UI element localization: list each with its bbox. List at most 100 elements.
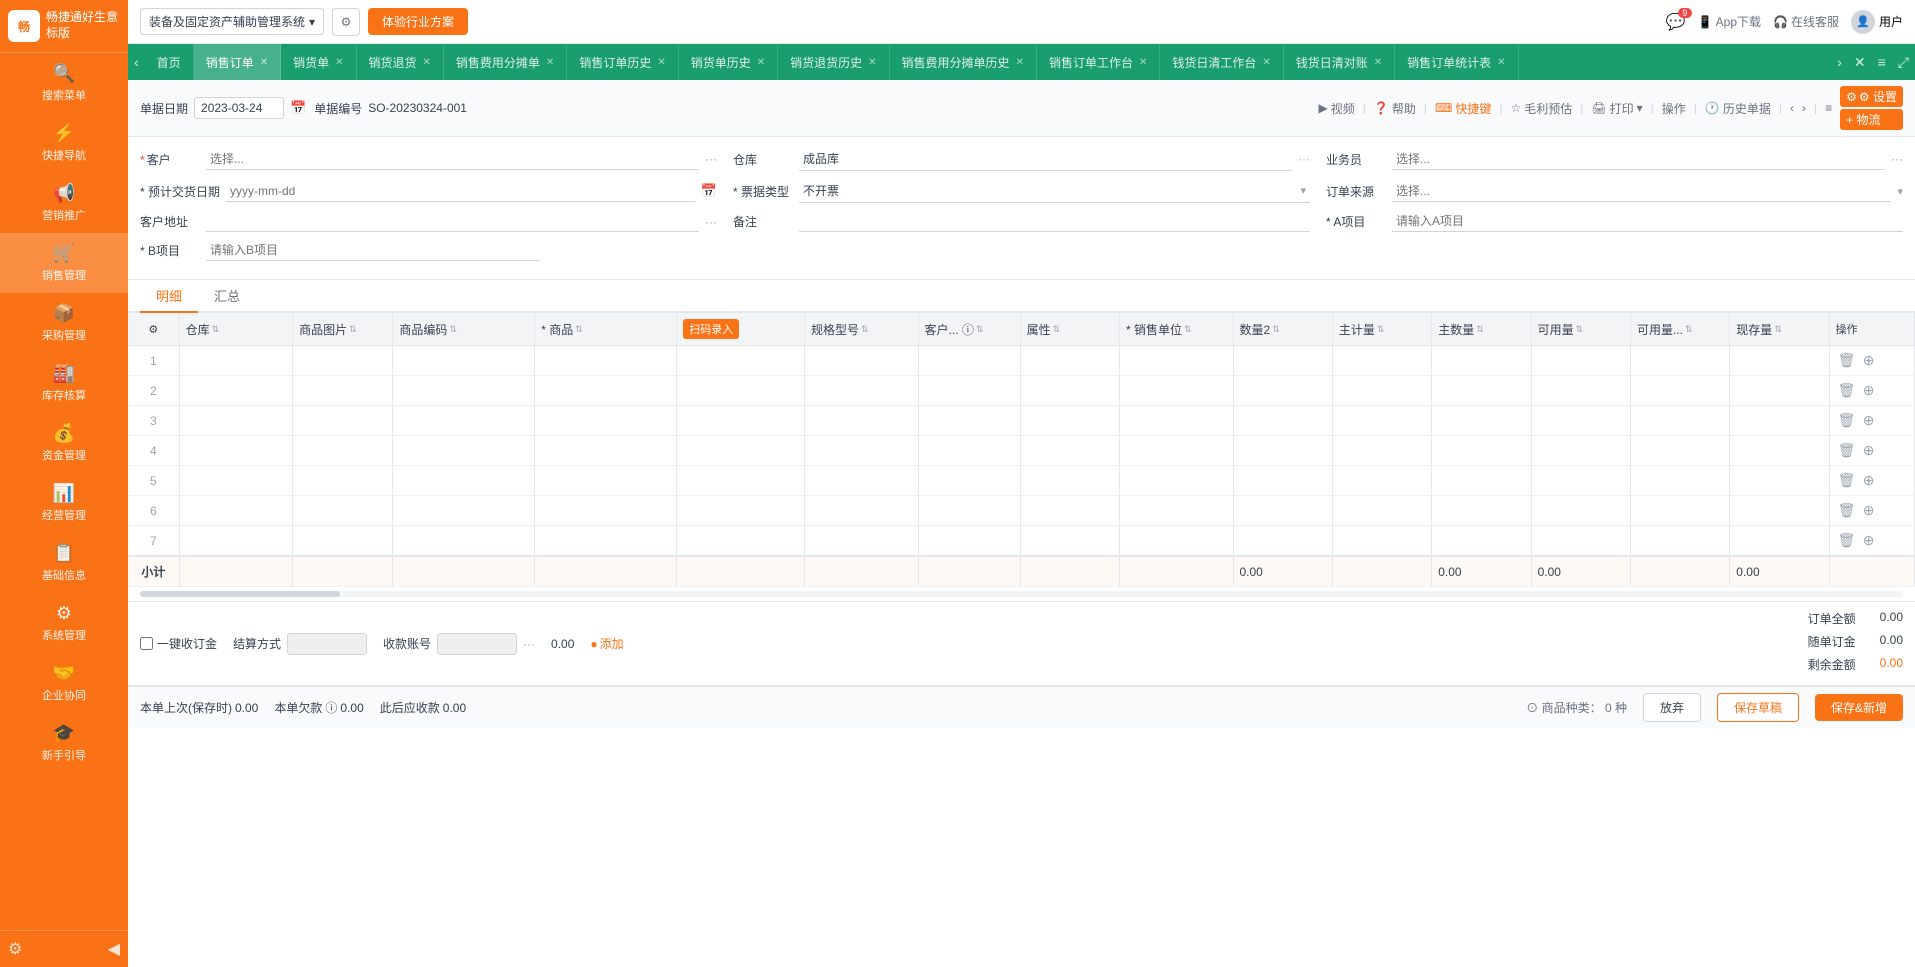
row-warehouse-0[interactable] [179, 346, 293, 376]
row-mainunit-6[interactable] [1332, 526, 1431, 557]
row-delete-1[interactable]: 🗑 [1838, 382, 1856, 398]
sidebar-item-9[interactable]: ⚙系统管理 [0, 593, 128, 653]
row-avail-4[interactable] [1531, 466, 1630, 496]
row-delete-0[interactable]: 🗑 [1838, 352, 1856, 368]
row-product-6[interactable] [535, 526, 677, 557]
sidebar-item-7[interactable]: 📊经营管理 [0, 473, 128, 533]
row-code-3[interactable] [393, 436, 535, 466]
row-code-5[interactable] [393, 496, 535, 526]
date-calendar-icon[interactable]: 📅 [290, 100, 306, 116]
add-receipt-btn[interactable]: ● 添加 [590, 635, 623, 652]
col-header-settings[interactable]: ⚙ [128, 313, 179, 346]
row-cust-2[interactable] [918, 406, 1020, 436]
row-spec-3[interactable] [804, 436, 918, 466]
col-header-cust[interactable]: 客户... ⓘ ⇅ [918, 313, 1020, 346]
horizontal-scrollbar[interactable] [128, 587, 1915, 602]
tab-menu-btn[interactable]: ≡ [1872, 44, 1892, 80]
delivery-calendar-icon[interactable]: 📅 [701, 183, 717, 199]
col-header-spec[interactable]: 规格型号 ⇅ [804, 313, 918, 346]
col-header-mainunit[interactable]: 主计量 ⇅ [1332, 313, 1431, 346]
row-barcode-3[interactable] [677, 436, 805, 466]
row-delete-4[interactable]: 🗑 [1838, 472, 1856, 488]
row-stock-0[interactable] [1730, 346, 1829, 376]
row-unit-3[interactable] [1119, 436, 1233, 466]
address-dots[interactable]: ··· [705, 215, 717, 229]
row-delete-2[interactable]: 🗑 [1838, 412, 1856, 428]
receipt-select[interactable] [437, 633, 517, 655]
help-btn[interactable]: ❓ 帮助 [1374, 100, 1416, 117]
row-spec-2[interactable] [804, 406, 918, 436]
row-product-5[interactable] [535, 496, 677, 526]
row-availmore-0[interactable] [1630, 346, 1729, 376]
row-unit-2[interactable] [1119, 406, 1233, 436]
tab-close-2[interactable]: ✕ [335, 57, 343, 68]
row-unit-5[interactable] [1119, 496, 1233, 526]
settle-method-select[interactable] [287, 633, 367, 655]
col-header-avail[interactable]: 可用量 ⇅ [1531, 313, 1630, 346]
row-spec-6[interactable] [804, 526, 918, 557]
row-qty2-1[interactable] [1233, 376, 1332, 406]
row-product-3[interactable] [535, 436, 677, 466]
row-mainqty-1[interactable] [1432, 376, 1531, 406]
app-selector[interactable]: 装备及固定资产辅助管理系统 ▾ [140, 8, 324, 35]
row-product-0[interactable] [535, 346, 677, 376]
save-draft-button[interactable]: 保存草稿 [1717, 693, 1799, 722]
tab-prev-btn[interactable]: ‹ [128, 44, 145, 80]
sidebar-item-1[interactable]: ⚡快捷导航 [0, 113, 128, 173]
sidebar-collapse-btn[interactable]: ◀ [108, 939, 120, 959]
tab-11[interactable]: 钱货日清对账✕ [1284, 44, 1395, 80]
app-download-link[interactable]: 📱 App下载 [1698, 13, 1761, 30]
col-header-image[interactable]: 商品图片 ⇅ [293, 313, 393, 346]
row-product-1[interactable] [535, 376, 677, 406]
tab-5[interactable]: 销售订单历史✕ [567, 44, 678, 80]
row-unit-0[interactable] [1119, 346, 1233, 376]
row-image-4[interactable] [293, 466, 393, 496]
row-image-0[interactable] [293, 346, 393, 376]
customer-input[interactable] [206, 149, 699, 170]
row-copy-6[interactable]: ⊕ [1863, 532, 1875, 548]
tab-close-8[interactable]: ✕ [1016, 57, 1024, 68]
col-header-warehouse[interactable]: 仓库 ⇅ [179, 313, 293, 346]
tab-close-3[interactable]: ✕ [423, 57, 431, 68]
row-mainunit-3[interactable] [1332, 436, 1431, 466]
scheme-button[interactable]: 体验行业方案 [368, 8, 468, 35]
sidebar-settings-btn[interactable]: ⚙ [8, 939, 22, 959]
tab-0[interactable]: 首页 [145, 44, 194, 80]
row-barcode-6[interactable] [677, 526, 805, 557]
tab-8[interactable]: 销售费用分摊单历史✕ [890, 44, 1037, 80]
sidebar-item-5[interactable]: 🏭库存核算 [0, 353, 128, 413]
row-qty2-6[interactable] [1233, 526, 1332, 557]
tab-next-btn[interactable]: › [1831, 44, 1848, 80]
a-project-input[interactable] [1392, 211, 1903, 232]
profit-btn[interactable]: ☆ 毛利预估 [1510, 100, 1572, 117]
col-header-availmore[interactable]: 可用量... ⇅ [1630, 313, 1729, 346]
tab-2[interactable]: 销货单✕ [281, 44, 356, 80]
detail-tab-1[interactable]: 汇总 [198, 280, 256, 313]
tab-close-6[interactable]: ✕ [757, 57, 765, 68]
history-btn[interactable]: 🕐 历史单据 [1705, 100, 1771, 117]
tab-4[interactable]: 销售费用分摊单✕ [444, 44, 567, 80]
col-header-stock[interactable]: 现存量 ⇅ [1730, 313, 1829, 346]
preview-btn[interactable]: ▶ 视频 [1319, 100, 1355, 117]
row-cust-6[interactable] [918, 526, 1020, 557]
row-attr-1[interactable] [1020, 376, 1119, 406]
tab-10[interactable]: 钱货日清工作台✕ [1160, 44, 1283, 80]
auto-settle-label[interactable]: 一键收订金 [140, 635, 217, 652]
row-mainqty-2[interactable] [1432, 406, 1531, 436]
row-attr-6[interactable] [1020, 526, 1119, 557]
row-mainunit-0[interactable] [1332, 346, 1431, 376]
discard-button[interactable]: 放弃 [1643, 693, 1701, 722]
row-qty2-4[interactable] [1233, 466, 1332, 496]
row-mainqty-3[interactable] [1432, 436, 1531, 466]
col-header-unit[interactable]: * 销售单位 ⇅ [1119, 313, 1233, 346]
sidebar-item-11[interactable]: 🎓新手引导 [0, 713, 128, 773]
row-image-6[interactable] [293, 526, 393, 557]
row-image-5[interactable] [293, 496, 393, 526]
row-spec-0[interactable] [804, 346, 918, 376]
tab-close-10[interactable]: ✕ [1262, 57, 1270, 68]
row-stock-5[interactable] [1730, 496, 1829, 526]
row-avail-2[interactable] [1531, 406, 1630, 436]
sidebar-item-3[interactable]: 🛒销售管理 [0, 233, 128, 293]
auto-settle-checkbox[interactable] [140, 637, 153, 650]
row-delete-6[interactable]: 🗑 [1838, 532, 1856, 548]
